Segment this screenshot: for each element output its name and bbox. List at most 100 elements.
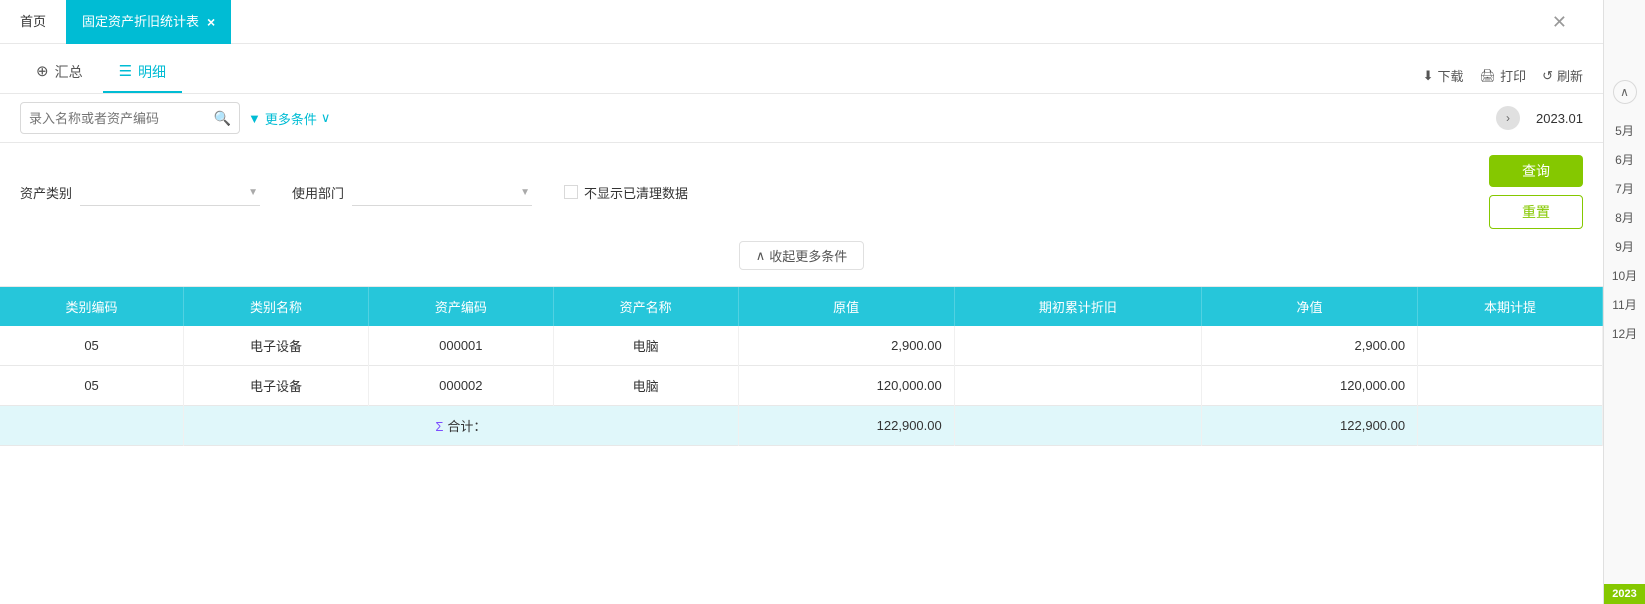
cell-asset-code: 000001 — [368, 326, 553, 366]
home-tab[interactable]: 首页 — [0, 0, 66, 44]
more-filter-button[interactable]: ▼ 更多条件 ∨ — [248, 109, 330, 128]
top-nav: 首页 固定资产折旧统计表 × ✕ — [0, 0, 1603, 44]
cell-accumulated-dep — [954, 326, 1201, 366]
reset-button[interactable]: 重置 — [1489, 195, 1583, 229]
summary-row: Σ合计： 122,900.00 122,900.00 — [0, 406, 1603, 446]
cell-category-code: 05 — [0, 326, 184, 366]
collapse-label: 收起更多条件 — [769, 246, 847, 265]
sidebar-month[interactable]: 5月 — [1612, 116, 1637, 145]
sidebar-month[interactable]: 12月 — [1612, 319, 1637, 348]
data-table: 类别编码 类别名称 资产编码 资产名称 原值 期初累计折旧 净值 本期计提 05… — [0, 287, 1603, 446]
table-row: 05 电子设备 000002 电脑 120,000.00 120,000.00 — [0, 366, 1603, 406]
tab-detail[interactable]: ☰ 明细 — [103, 53, 182, 93]
collapse-button[interactable]: ∧ 收起更多条件 — [739, 241, 865, 270]
cell-net-value: 120,000.00 — [1201, 366, 1417, 406]
chevron-down-icon: ∨ — [321, 110, 331, 126]
sidebar-month[interactable]: 9月 — [1612, 232, 1637, 261]
search-input-wrap[interactable]: 🔍 — [20, 102, 240, 134]
print-icon: 🖨 — [1480, 68, 1497, 84]
sidebar-month[interactable]: 10月 — [1612, 261, 1637, 290]
filter-area: 资产类别 ▼ 使用部门 ▼ 不显示已清理数 — [0, 143, 1603, 287]
refresh-icon: ↺ — [1542, 68, 1553, 84]
right-sidebar: ∧ 5月6月7月8月9月10月11月12月 2023 — [1603, 0, 1645, 604]
tab-detail-label: 明细 — [138, 52, 166, 92]
tab-summary-label: 汇总 — [55, 52, 83, 92]
date-display: 2023.01 — [1536, 111, 1583, 126]
tab-title: 固定资产折旧统计表 — [82, 0, 199, 44]
summary-current-dep — [1418, 406, 1603, 446]
download-icon: ⬇ — [1423, 68, 1434, 84]
tab-summary[interactable]: ⊕ 汇总 — [20, 53, 99, 93]
search-input[interactable] — [29, 111, 210, 126]
col-current-dep: 本期计提 — [1418, 287, 1603, 326]
col-accumulated-dep: 期初累计折旧 — [954, 287, 1201, 326]
cell-original-value: 2,900.00 — [738, 326, 954, 366]
detail-icon: ☰ — [119, 52, 132, 92]
asset-category-select[interactable] — [80, 178, 260, 206]
department-field: 使用部门 ▼ — [292, 178, 532, 206]
department-label: 使用部门 — [292, 183, 344, 202]
download-label: 下载 — [1438, 66, 1464, 85]
no-cleared-checkbox[interactable] — [564, 185, 578, 199]
no-cleared-wrap[interactable]: 不显示已清理数据 — [564, 183, 688, 202]
query-button[interactable]: 查询 — [1489, 155, 1583, 187]
cell-asset-code: 000002 — [368, 366, 553, 406]
more-filter-label: 更多条件 — [265, 109, 317, 128]
col-asset-name: 资产名称 — [553, 287, 738, 326]
refresh-label: 刷新 — [1557, 66, 1583, 85]
collapse-up-icon: ∧ — [756, 248, 766, 264]
table-wrap: 类别编码 类别名称 资产编码 资产名称 原值 期初累计折旧 净值 本期计提 05… — [0, 287, 1603, 604]
cell-asset-name: 电脑 — [553, 326, 738, 366]
no-cleared-label: 不显示已清理数据 — [584, 183, 688, 202]
cell-net-value: 2,900.00 — [1201, 326, 1417, 366]
sidebar-month[interactable]: 6月 — [1612, 145, 1637, 174]
asset-category-label: 资产类别 — [20, 183, 72, 202]
cell-category-name: 电子设备 — [184, 326, 369, 366]
sidebar-month[interactable]: 8月 — [1612, 203, 1637, 232]
cell-category-name: 电子设备 — [184, 366, 369, 406]
summary-net-value: 122,900.00 — [1201, 406, 1417, 446]
search-bar: 🔍 ▼ 更多条件 ∨ › 2023.01 — [0, 94, 1603, 143]
cell-current-dep — [1418, 366, 1603, 406]
cell-current-dep — [1418, 326, 1603, 366]
filter-icon: ▼ — [248, 111, 261, 126]
col-original-value: 原值 — [738, 287, 954, 326]
download-button[interactable]: ⬇ 下载 — [1423, 66, 1464, 85]
sigma-icon: Σ — [435, 419, 443, 434]
collapse-row: ∧ 收起更多条件 — [20, 241, 1583, 270]
sidebar-year[interactable]: 2023 — [1604, 584, 1645, 604]
col-category-name: 类别名称 — [184, 287, 369, 326]
window-close-button[interactable]: ✕ — [1532, 12, 1587, 32]
tab-actions: ⬇ 下载 🖨 打印 ↺ 刷新 — [1423, 66, 1583, 93]
tab-bar: ⊕ 汇总 ☰ 明细 ⬇ 下载 🖨 打印 ↺ 刷新 — [0, 44, 1603, 94]
filter-row: 资产类别 ▼ 使用部门 ▼ 不显示已清理数 — [20, 155, 1583, 229]
asset-category-field: 资产类别 ▼ — [20, 178, 260, 206]
sidebar-scroll-up[interactable]: ∧ — [1613, 80, 1637, 104]
search-icon[interactable]: 🔍 — [214, 110, 231, 127]
main-tab[interactable]: 固定资产折旧统计表 × — [66, 0, 231, 44]
col-net-value: 净值 — [1201, 287, 1417, 326]
print-button[interactable]: 🖨 打印 — [1480, 66, 1527, 85]
sidebar-month[interactable]: 7月 — [1612, 174, 1637, 203]
action-buttons: 查询 重置 — [1489, 155, 1583, 229]
department-select[interactable] — [352, 178, 532, 206]
sidebar-month[interactable]: 11月 — [1612, 290, 1637, 319]
summary-original-value: 122,900.00 — [738, 406, 954, 446]
print-label: 打印 — [1500, 66, 1526, 85]
summary-icon: ⊕ — [36, 52, 49, 92]
cell-accumulated-dep — [954, 366, 1201, 406]
cell-category-code: 05 — [0, 366, 184, 406]
tab-close-icon[interactable]: × — [207, 0, 215, 44]
summary-label: Σ合计： — [184, 406, 738, 446]
summary-icon-cell — [0, 406, 184, 446]
summary-accumulated-dep — [954, 406, 1201, 446]
refresh-button[interactable]: ↺ 刷新 — [1542, 66, 1583, 85]
right-arrow-button[interactable]: › — [1496, 106, 1520, 130]
col-asset-code: 资产编码 — [368, 287, 553, 326]
asset-category-select-wrap[interactable]: ▼ — [80, 178, 260, 206]
cell-asset-name: 电脑 — [553, 366, 738, 406]
cell-original-value: 120,000.00 — [738, 366, 954, 406]
table-header-row: 类别编码 类别名称 资产编码 资产名称 原值 期初累计折旧 净值 本期计提 — [0, 287, 1603, 326]
table-row: 05 电子设备 000001 电脑 2,900.00 2,900.00 — [0, 326, 1603, 366]
department-select-wrap[interactable]: ▼ — [352, 178, 532, 206]
